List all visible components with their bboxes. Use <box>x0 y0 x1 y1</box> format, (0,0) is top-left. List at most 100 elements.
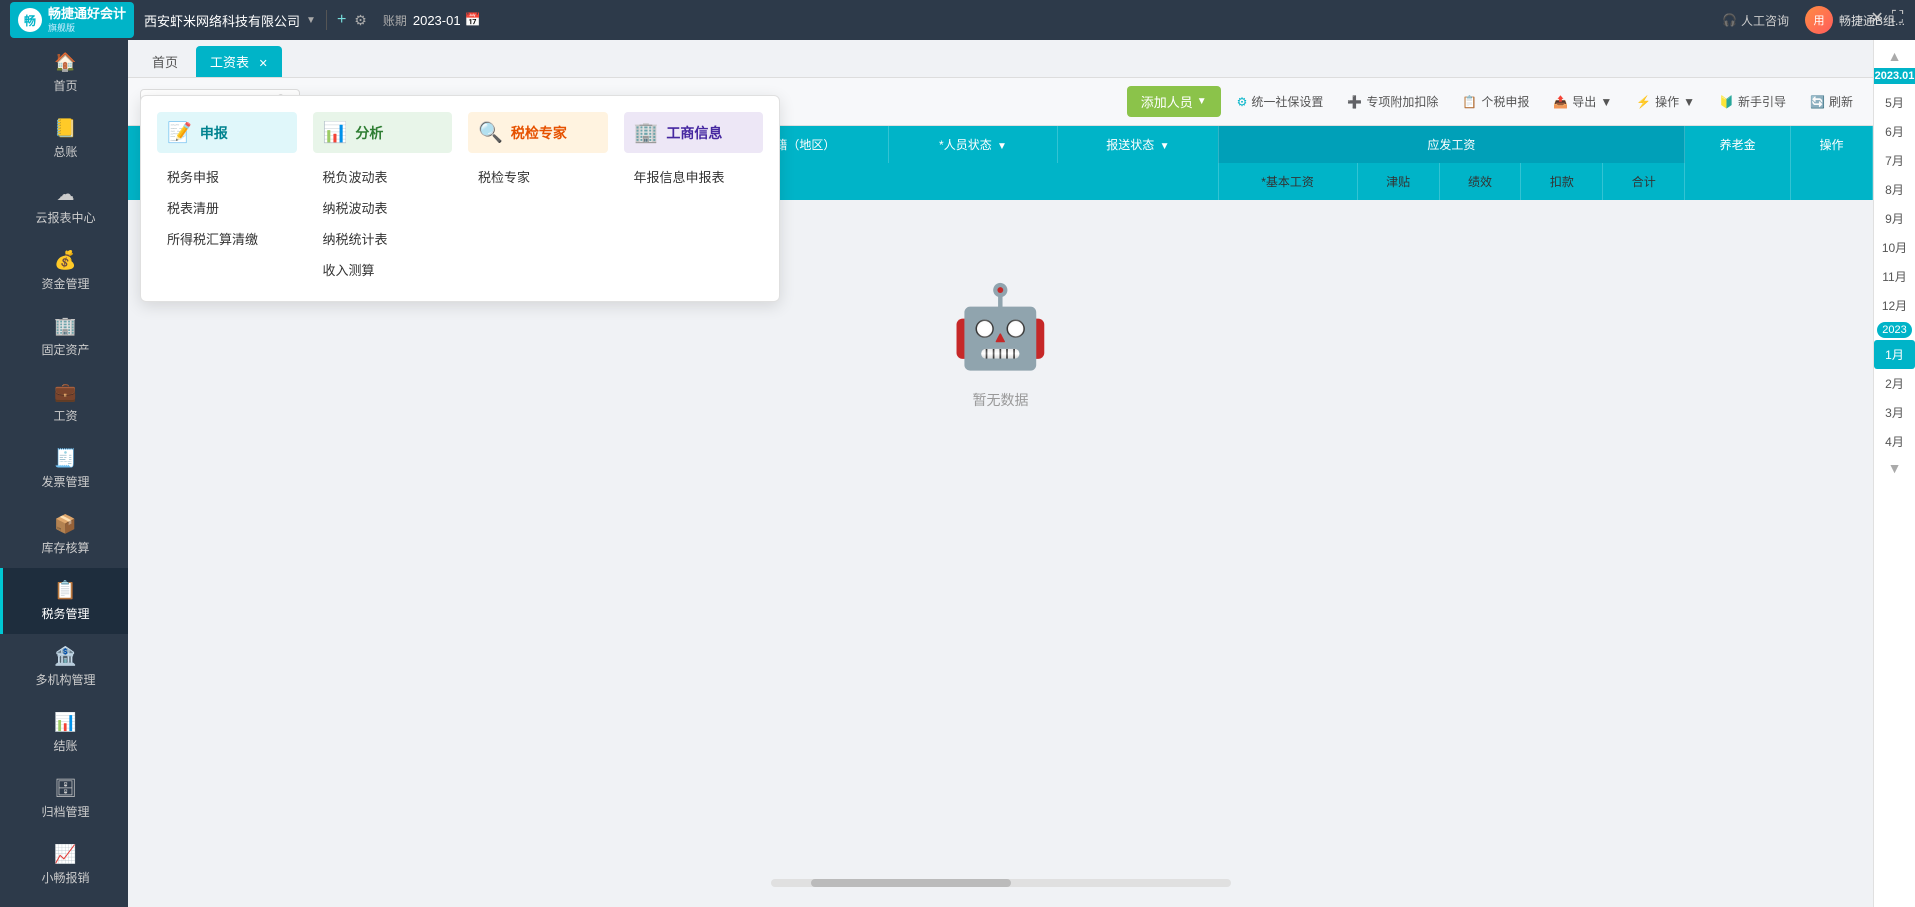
menu-tax-check[interactable]: 税检专家 <box>468 161 608 192</box>
sidebar-label-tax: 税务管理 <box>41 605 89 622</box>
category-tax-expert: 🔍 税检专家 税检专家 <box>468 112 608 285</box>
close-window-button[interactable]: ✕ <box>1870 8 1883 28</box>
sidebar-item-tax[interactable]: 📋 税务管理 <box>0 568 128 634</box>
refresh-icon: 🔄 <box>1810 95 1825 109</box>
export-dropdown-icon: ▼ <box>1600 95 1612 109</box>
sidebar-item-multi-org[interactable]: 🏦 多机构管理 <box>0 634 128 700</box>
sidebar-item-settle[interactable]: 📊 结账 <box>0 700 128 766</box>
sidebar-label-funds: 资金管理 <box>41 275 89 292</box>
operate-button[interactable]: ⚡ 操作 ▼ <box>1628 89 1703 114</box>
month-11[interactable]: 11月 <box>1874 262 1915 291</box>
col-report-status: 报送状态 ▼ <box>1058 126 1218 163</box>
sidebar-item-inventory[interactable]: 📦 库存核算 <box>0 502 128 568</box>
fullscreen-button[interactable]: ⛶ <box>1892 9 1903 27</box>
company-selector[interactable]: 西安虾米网络科技有限公司 ▼ <box>144 11 316 30</box>
horizontal-scrollbar[interactable] <box>771 879 1231 887</box>
category-business-info: 🏢 工商信息 年报信息申报表 <box>624 112 764 285</box>
month-2[interactable]: 2月 <box>1874 369 1915 398</box>
month-4[interactable]: 4月 <box>1874 427 1915 456</box>
menu-tax-stat[interactable]: 纳税统计表 <box>313 223 453 254</box>
sidebar-label-cloud: 云报表中心 <box>35 209 95 226</box>
category-tax-expert-label: 税检专家 <box>511 123 567 143</box>
social-security-button[interactable]: ⚙ 统一社保设置 <box>1229 89 1332 114</box>
operate-icon: ⚡ <box>1636 95 1651 109</box>
settings-button[interactable]: ⚙ <box>354 12 367 29</box>
month-1[interactable]: 1月 <box>1874 340 1915 369</box>
guide-button[interactable]: 🔰 新手引导 <box>1711 89 1794 114</box>
empty-text: 暂无数据 <box>973 390 1029 410</box>
tab-bar: 首页 工资表 ✕ <box>128 40 1873 78</box>
month-3[interactable]: 3月 <box>1874 398 1915 427</box>
month-8[interactable]: 8月 <box>1874 175 1915 204</box>
sidebar-item-cloud[interactable]: ☁ 云报表中心 <box>0 172 128 238</box>
menu-tax-burden[interactable]: 税负波动表 <box>313 161 453 192</box>
year-2022-label: 2023.01 <box>1873 68 1915 84</box>
month-5[interactable]: 5月 <box>1874 88 1915 117</box>
app-logo[interactable]: 畅 畅捷通好会计 旗舰版 <box>10 2 134 39</box>
sidebar-item-funds[interactable]: 💰 资金管理 <box>0 238 128 304</box>
right-panel-down-arrow[interactable]: ▼ <box>1884 456 1906 480</box>
sidebar-item-report[interactable]: 📈 小畅报销 <box>0 832 128 898</box>
menu-tax-report[interactable]: 税务申报 <box>157 161 297 192</box>
analysis-icon: 📊 <box>323 120 348 145</box>
refresh-button[interactable]: 🔄 刷新 <box>1802 89 1861 114</box>
special-deduct-button[interactable]: ➕ 专项附加扣除 <box>1339 89 1446 114</box>
col-pension: 养老金 <box>1685 126 1791 163</box>
right-panel-up-arrow[interactable]: ▲ <box>1884 44 1906 68</box>
sidebar: 🏠 首页 📒 总账 ☁ 云报表中心 💰 资金管理 🏢 固定资产 💼 工资 🧾 发… <box>0 40 128 907</box>
guide-toolbar-icon: 🔰 <box>1719 95 1734 109</box>
month-12[interactable]: 12月 <box>1874 291 1915 320</box>
scrollbar-thumb[interactable] <box>811 879 1011 887</box>
report-status-filter-icon[interactable]: ▼ <box>1160 141 1170 152</box>
sidebar-item-ledger[interactable]: 📒 总账 <box>0 106 128 172</box>
top-bar: 畅 畅捷通好会计 旗舰版 西安虾米网络科技有限公司 ▼ + ⚙ 账期 2023-… <box>0 0 1915 40</box>
help-button[interactable]: 🎧 人工咨询 <box>1722 12 1789 29</box>
sidebar-label-archive: 归档管理 <box>41 803 89 820</box>
operate-dropdown-icon: ▼ <box>1683 95 1695 109</box>
sidebar-item-archive[interactable]: 🗄 归档管理 <box>0 766 128 832</box>
month-9[interactable]: 9月 <box>1874 204 1915 233</box>
category-tax-expert-header: 🔍 税检专家 <box>468 112 608 153</box>
sidebar-label-report: 小畅报销 <box>41 869 89 886</box>
sidebar-item-assets[interactable]: 🏢 固定资产 <box>0 304 128 370</box>
menu-tax-table[interactable]: 税表清册 <box>157 192 297 223</box>
sidebar-label-home: 首页 <box>53 77 77 94</box>
sidebar-item-salary[interactable]: 💼 工资 <box>0 370 128 436</box>
logo-icon: 畅 <box>18 8 42 32</box>
sidebar-item-home[interactable]: 🏠 首页 <box>0 40 128 106</box>
category-apply: 📝 申报 税务申报 税表清册 所得税汇算清缴 <box>157 112 297 285</box>
month-7[interactable]: 7月 <box>1874 146 1915 175</box>
home-icon: 🏠 <box>54 52 76 73</box>
salary-icon: 💼 <box>54 382 76 403</box>
emp-status-filter-icon[interactable]: ▼ <box>997 141 1007 152</box>
tab-close-salary[interactable]: ✕ <box>259 58 268 70</box>
menu-annual-report[interactable]: 年报信息申报表 <box>624 161 764 192</box>
sidebar-item-invoice[interactable]: 🧾 发票管理 <box>0 436 128 502</box>
menu-income-calc[interactable]: 收入测算 <box>313 254 453 285</box>
tab-salary-table[interactable]: 工资表 ✕ <box>196 46 282 77</box>
export-button[interactable]: 📤 导出 ▼ <box>1545 89 1620 114</box>
tab-home[interactable]: 首页 <box>138 46 192 77</box>
menu-tax-wave[interactable]: 纳税波动表 <box>313 192 453 223</box>
month-6[interactable]: 6月 <box>1874 117 1915 146</box>
add-person-button[interactable]: 添加人员 ▼ <box>1127 86 1221 117</box>
sidebar-label-settle: 结账 <box>53 737 77 754</box>
app-sub: 旗舰版 <box>48 21 126 34</box>
guide-label: 新手引导 <box>1738 93 1786 110</box>
sub-col-total: 合计 <box>1603 163 1685 200</box>
calendar-icon[interactable]: 📅 <box>465 12 481 28</box>
tax-return-button[interactable]: 📋 个税申报 <box>1454 89 1537 114</box>
category-apply-label: 申报 <box>200 123 228 143</box>
divider-1 <box>326 10 327 30</box>
company-dropdown-icon: ▼ <box>306 15 316 26</box>
year-2023-badge: 2023 <box>1877 322 1911 338</box>
add-company-button[interactable]: + <box>337 11 346 29</box>
sidebar-item-basic[interactable]: ⚙ 基础设置 <box>0 898 128 907</box>
funds-icon: 💰 <box>54 250 76 271</box>
menu-income-tax-calc[interactable]: 所得税汇算清缴 <box>157 223 297 254</box>
sidebar-label-inventory: 库存核算 <box>41 539 89 556</box>
col-emp-status: *人员状态 ▼ <box>888 126 1058 163</box>
month-10[interactable]: 10月 <box>1874 233 1915 262</box>
special-deduct-label: 专项附加扣除 <box>1366 93 1438 110</box>
invoice-icon: 🧾 <box>54 448 76 469</box>
